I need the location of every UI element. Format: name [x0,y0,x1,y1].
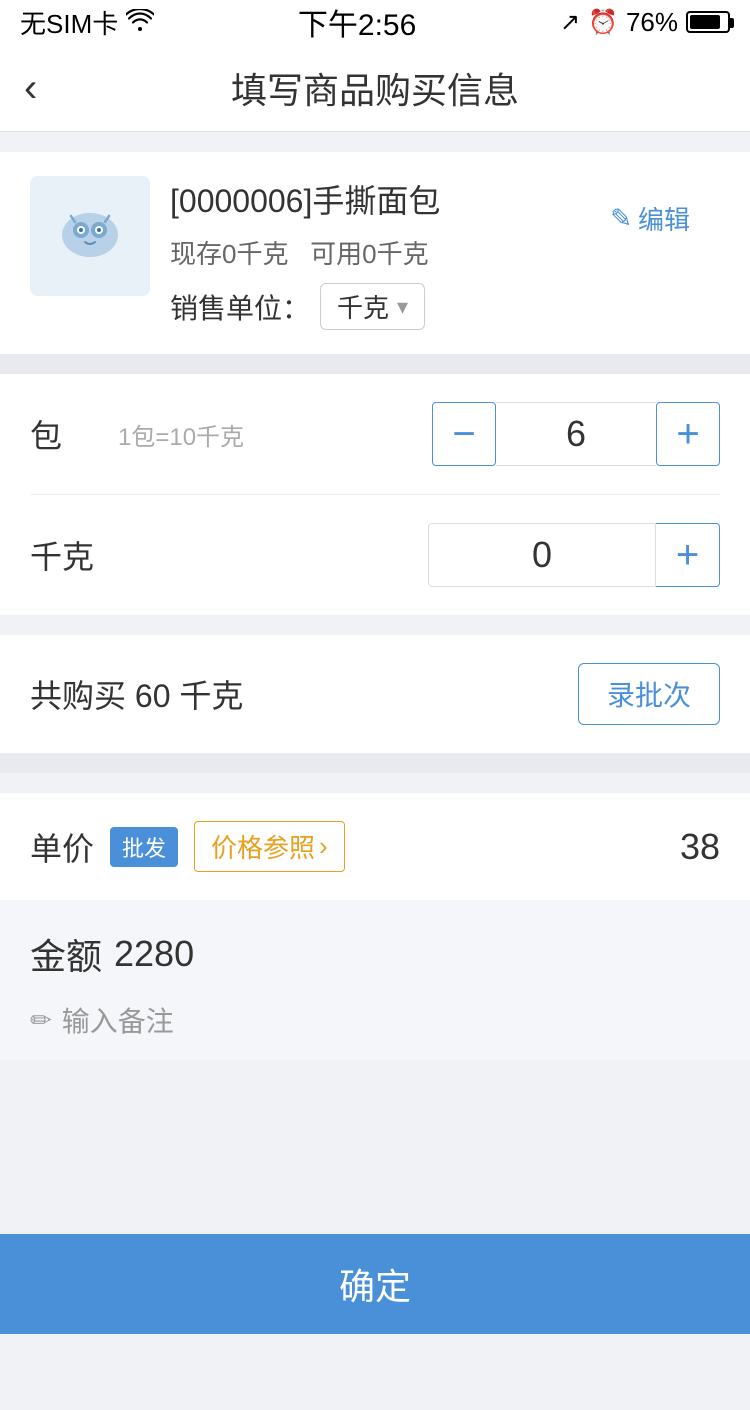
pack-row: 包 1包=10千克 − + [30,374,720,495]
pack-label: 包 [30,411,110,457]
location-icon: ↗ [560,8,580,37]
amount-label: 金额 [30,928,102,980]
edit-icon: ✎ [610,203,632,234]
pack-hint: 1包=10千克 [118,417,432,452]
chevron-right-icon: › [319,831,328,862]
remark-row[interactable]: ✏ 输入备注 [30,1000,720,1040]
batch-button[interactable]: 录批次 [578,663,720,725]
kg-stepper: + [428,523,720,587]
wifi-icon [126,7,154,38]
battery-icon [686,11,730,33]
unit-selector[interactable]: 千克 ▾ [320,283,425,330]
pack-stepper: − + [432,402,720,466]
price-reference-button[interactable]: 价格参照 › [194,821,345,872]
product-card: [0000006]手撕面包 现存0千克 可用0千克 销售单位： 千克 ▾ ✎ 编… [0,152,750,354]
status-bar: 无SIM卡 下午2:56 ↗ ⏰ 76% [0,0,750,44]
back-button[interactable]: ‹ [24,68,37,108]
total-text: 共购买 60 千克 [30,671,243,717]
product-info: [0000006]手撕面包 现存0千克 可用0千克 销售单位： 千克 ▾ ✎ 编… [170,176,720,330]
amount-section: 金额 2280 ✏ 输入备注 [0,900,750,1060]
kg-input[interactable] [428,523,656,587]
status-time: 下午2:56 [298,0,416,44]
price-type-tag: 批发 [110,827,178,867]
product-thumbnail [55,200,125,272]
pack-increment-button[interactable]: + [656,402,720,466]
amount-row: 金额 2280 [30,928,720,980]
price-section: 单价 批发 价格参照 › 38 [0,793,750,900]
page-title: 填写商品购买信息 [231,62,519,114]
total-section: 共购买 60 千克 录批次 [0,635,750,753]
amount-value: 2280 [114,933,194,975]
status-right: ↗ ⏰ 76% [560,7,730,38]
pencil-icon: ✏ [30,1005,52,1036]
kg-label: 千克 [30,532,110,578]
confirm-button[interactable]: 确定 [0,1234,750,1334]
battery-percentage: 76% [626,7,678,38]
nav-bar: ‹ 填写商品购买信息 [0,44,750,132]
carrier-label: 无SIM卡 [20,4,118,41]
alarm-icon: ⏰ [588,8,618,37]
separator-1 [0,354,750,374]
product-image [30,176,150,296]
pack-input-section: 包 1包=10千克 − + 千克 + [0,374,750,615]
product-stock: 现存0千克 可用0千克 [170,234,720,271]
kg-row: 千克 + [30,495,720,615]
price-value: 38 [680,826,720,868]
chevron-down-icon: ▾ [397,294,408,320]
kg-increment-button[interactable]: + [656,523,720,587]
product-unit-row: 销售单位： 千克 ▾ [170,283,720,330]
pack-decrement-button[interactable]: − [432,402,496,466]
remark-placeholder: 输入备注 [62,1000,174,1040]
price-label: 单价 [30,824,94,870]
separator-2 [0,753,750,773]
status-left: 无SIM卡 [20,4,154,41]
pack-input[interactable] [496,402,656,466]
edit-button[interactable]: ✎ 编辑 [610,200,690,237]
